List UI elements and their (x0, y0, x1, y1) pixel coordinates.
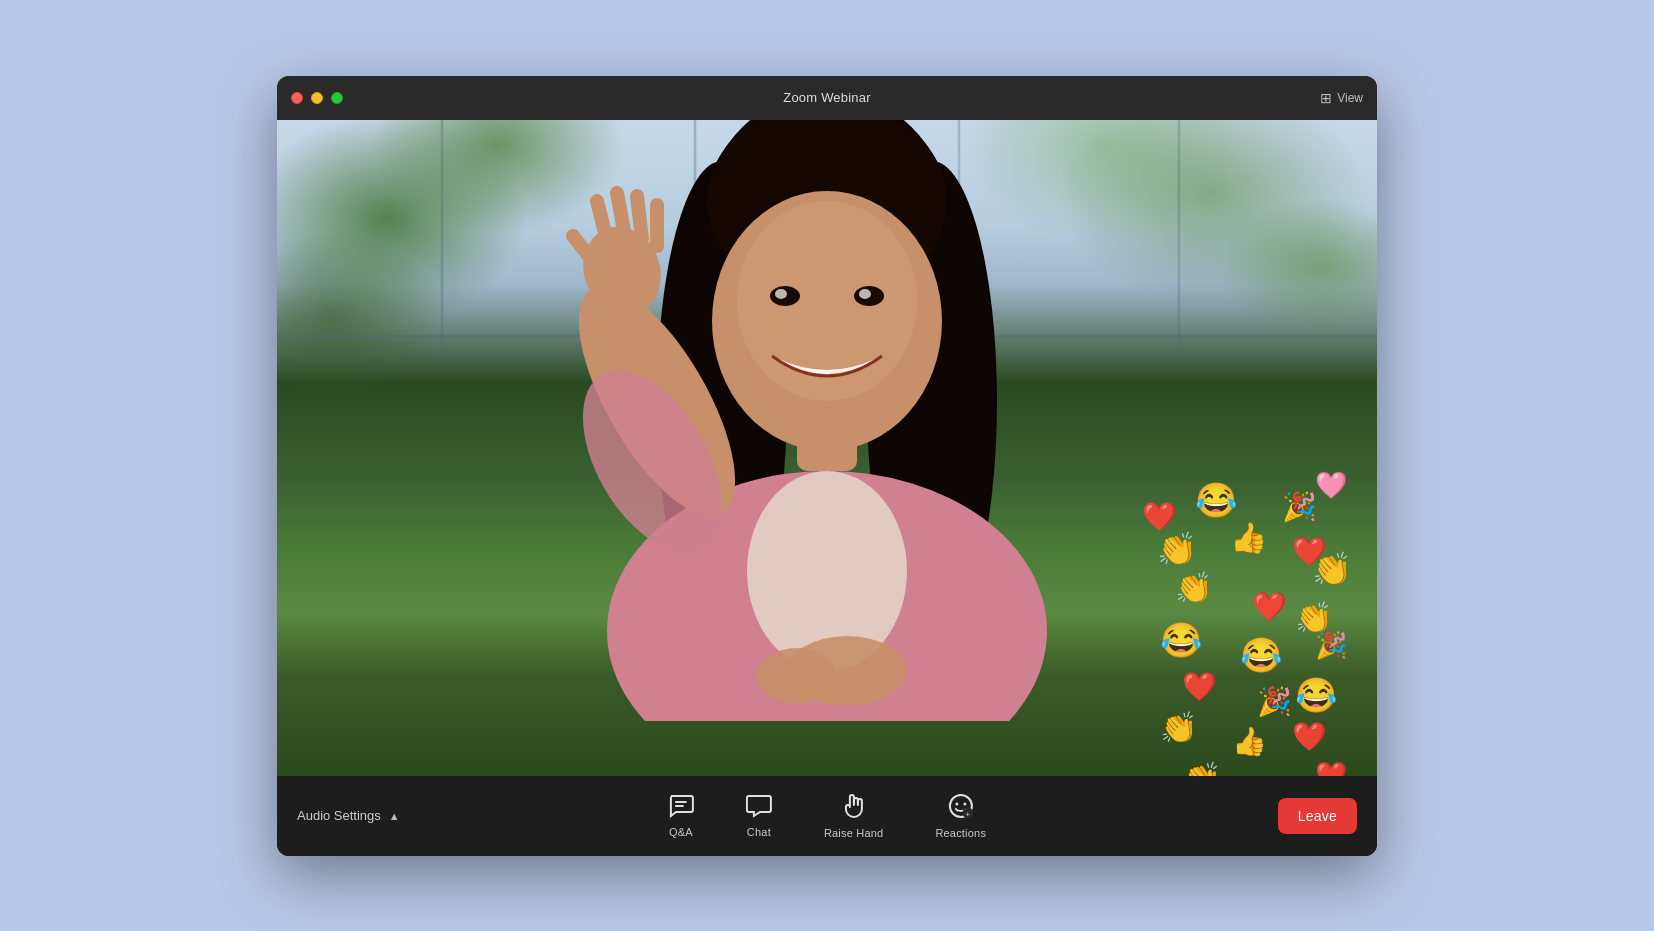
svg-point-31 (955, 802, 958, 805)
zoom-window: Zoom Webinar ⊞ View (277, 76, 1377, 856)
raise-hand-button[interactable]: Raise Hand (814, 787, 893, 845)
view-grid-icon: ⊞ (1320, 90, 1332, 106)
toolbar: Audio Settings ▲ Q&A (277, 776, 1377, 856)
audio-settings-label[interactable]: Audio Settings (297, 808, 381, 823)
reactions-icon: + (948, 793, 974, 823)
chat-label: Chat (747, 826, 771, 838)
traffic-lights (291, 92, 343, 104)
svg-line-22 (637, 196, 642, 239)
video-area: ❤️😂🎉🩷👏👍❤️👏👏❤️👏😂😂🎉❤️🎉😂👏👍❤️👏❤️🎉👏❤️👏❤️ (277, 120, 1377, 776)
svg-point-32 (963, 802, 966, 805)
close-button[interactable] (291, 92, 303, 104)
chat-button[interactable]: Chat (736, 788, 782, 844)
svg-line-21 (617, 193, 625, 236)
view-button[interactable]: ⊞ View (1320, 90, 1363, 106)
svg-point-26 (757, 648, 837, 704)
raise-hand-label: Raise Hand (824, 827, 883, 839)
svg-text:+: + (966, 811, 970, 818)
audio-chevron-icon[interactable]: ▲ (389, 810, 400, 822)
svg-line-24 (573, 236, 589, 256)
svg-line-20 (597, 201, 607, 241)
presenter-video (477, 120, 1177, 721)
qa-button[interactable]: Q&A (658, 788, 704, 844)
toolbar-left: Audio Settings ▲ (297, 808, 400, 823)
svg-point-14 (775, 289, 787, 299)
maximize-button[interactable] (331, 92, 343, 104)
reactions-label: Reactions (935, 827, 986, 839)
window-title: Zoom Webinar (783, 90, 870, 105)
titlebar: Zoom Webinar ⊞ View (277, 76, 1377, 120)
chat-icon (746, 794, 772, 822)
toolbar-right: Leave (1278, 798, 1357, 834)
view-label: View (1337, 91, 1363, 105)
reactions-button[interactable]: + Reactions (925, 787, 996, 845)
raise-hand-icon (842, 793, 866, 823)
qa-label: Q&A (669, 826, 693, 838)
minimize-button[interactable] (311, 92, 323, 104)
toolbar-center: Q&A Chat (658, 787, 996, 845)
svg-point-15 (859, 289, 871, 299)
qa-icon (668, 794, 694, 822)
leave-button[interactable]: Leave (1278, 798, 1357, 834)
